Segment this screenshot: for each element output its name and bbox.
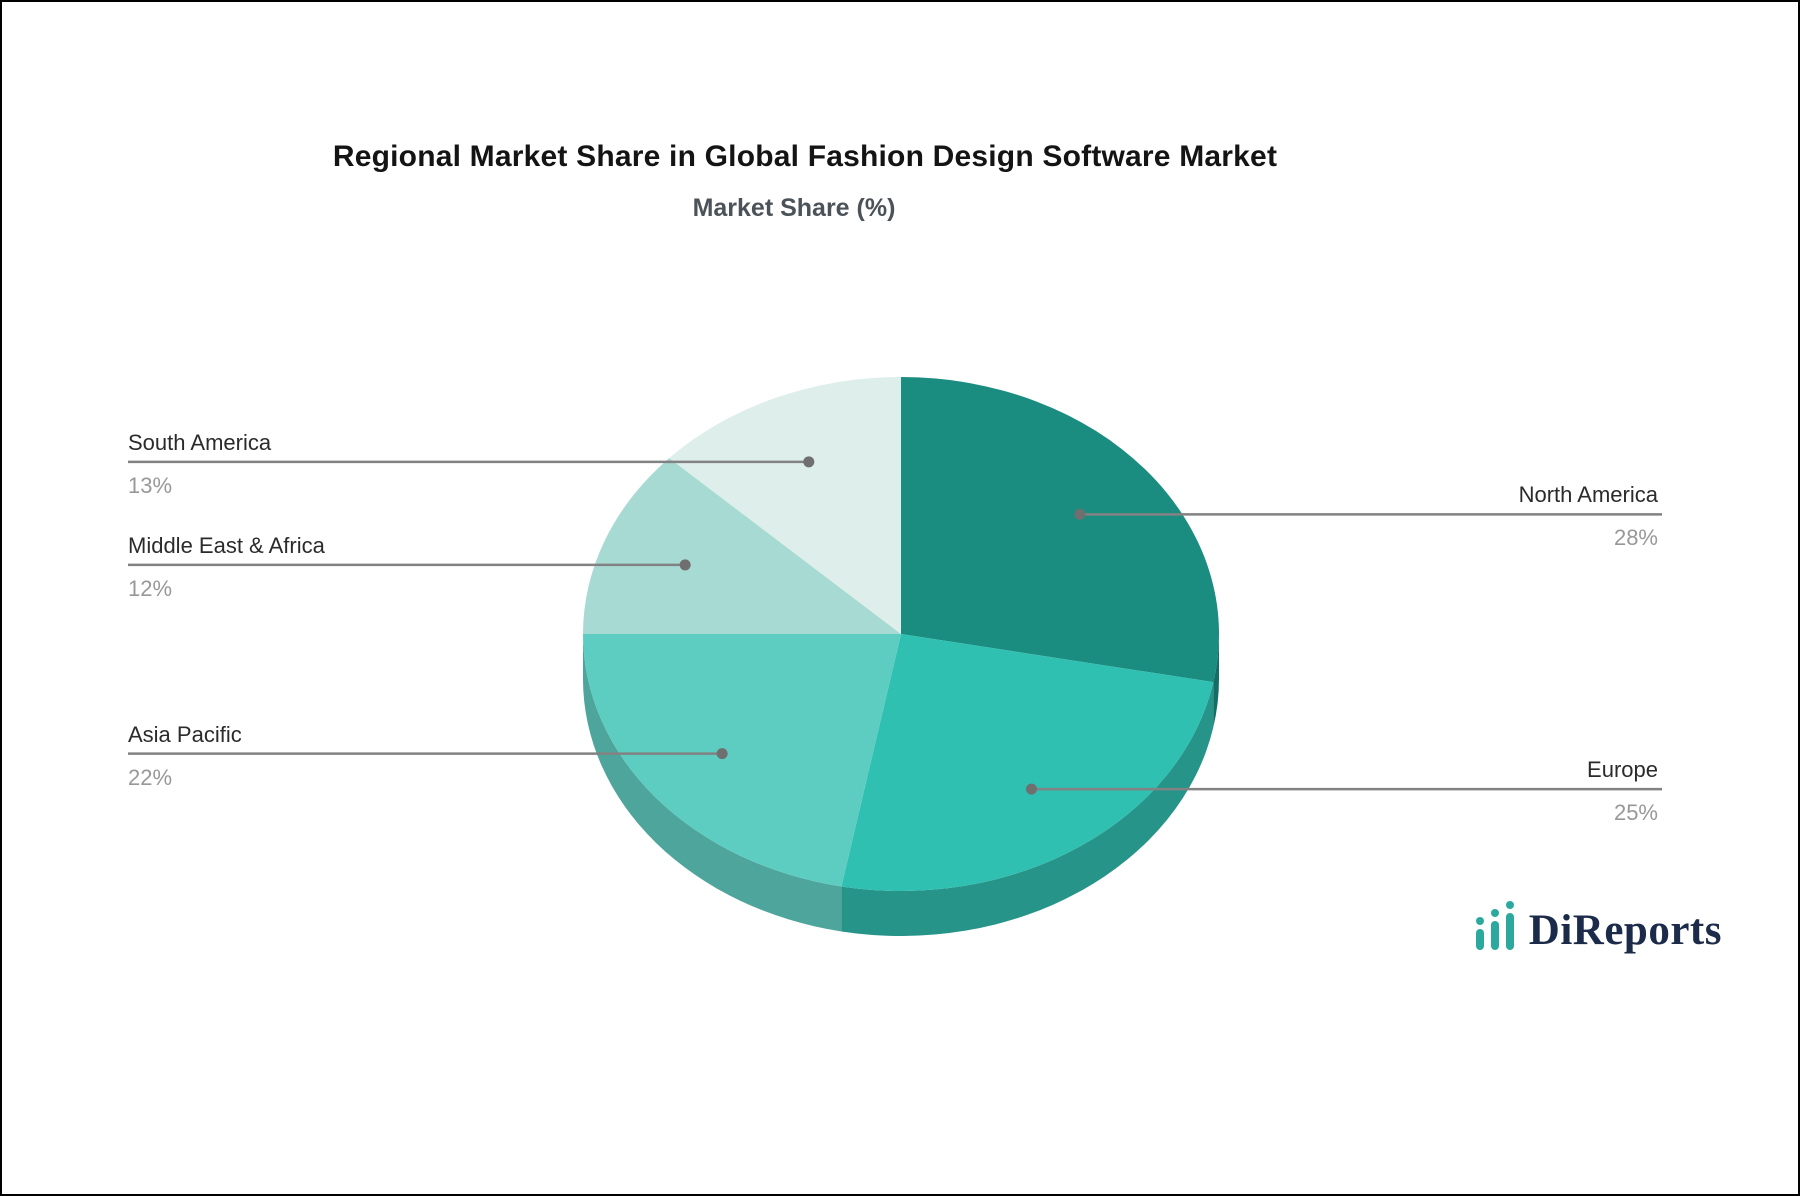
slice-pct-north-america: 28% (1613, 525, 1658, 551)
leader-dot-north-america (1074, 508, 1086, 520)
slice-label-north-america: North America (1518, 482, 1658, 508)
leader-dot-europe (1025, 783, 1037, 795)
leader-dot-asia-pacific (716, 748, 728, 760)
chart-canvas: Regional Market Share in Global Fashion … (0, 0, 1800, 1196)
slice-label-europe: Europe (1587, 757, 1658, 783)
slice-label-asia-pacific: Asia Pacific (128, 721, 242, 747)
slice-pct-middle-east-africa: 12% (128, 575, 173, 601)
slice-pct-europe: 25% (1613, 800, 1658, 826)
leader-dot-south-america (803, 456, 815, 468)
slice-pct-asia-pacific: 22% (128, 764, 173, 790)
leader-dot-middle-east-africa (679, 559, 691, 571)
pie-slice-north-america (901, 377, 1219, 683)
logo-text: DiReports (1528, 907, 1722, 954)
pie-chart (128, 377, 1662, 936)
slice-pct-south-america: 13% (128, 472, 173, 498)
slice-label-middle-east-africa: Middle East & Africa (128, 532, 325, 558)
bar-chart-icon (1475, 901, 1514, 950)
direports-logo: DiReports (1471, 900, 1722, 958)
slice-label-south-america: South America (128, 429, 272, 455)
